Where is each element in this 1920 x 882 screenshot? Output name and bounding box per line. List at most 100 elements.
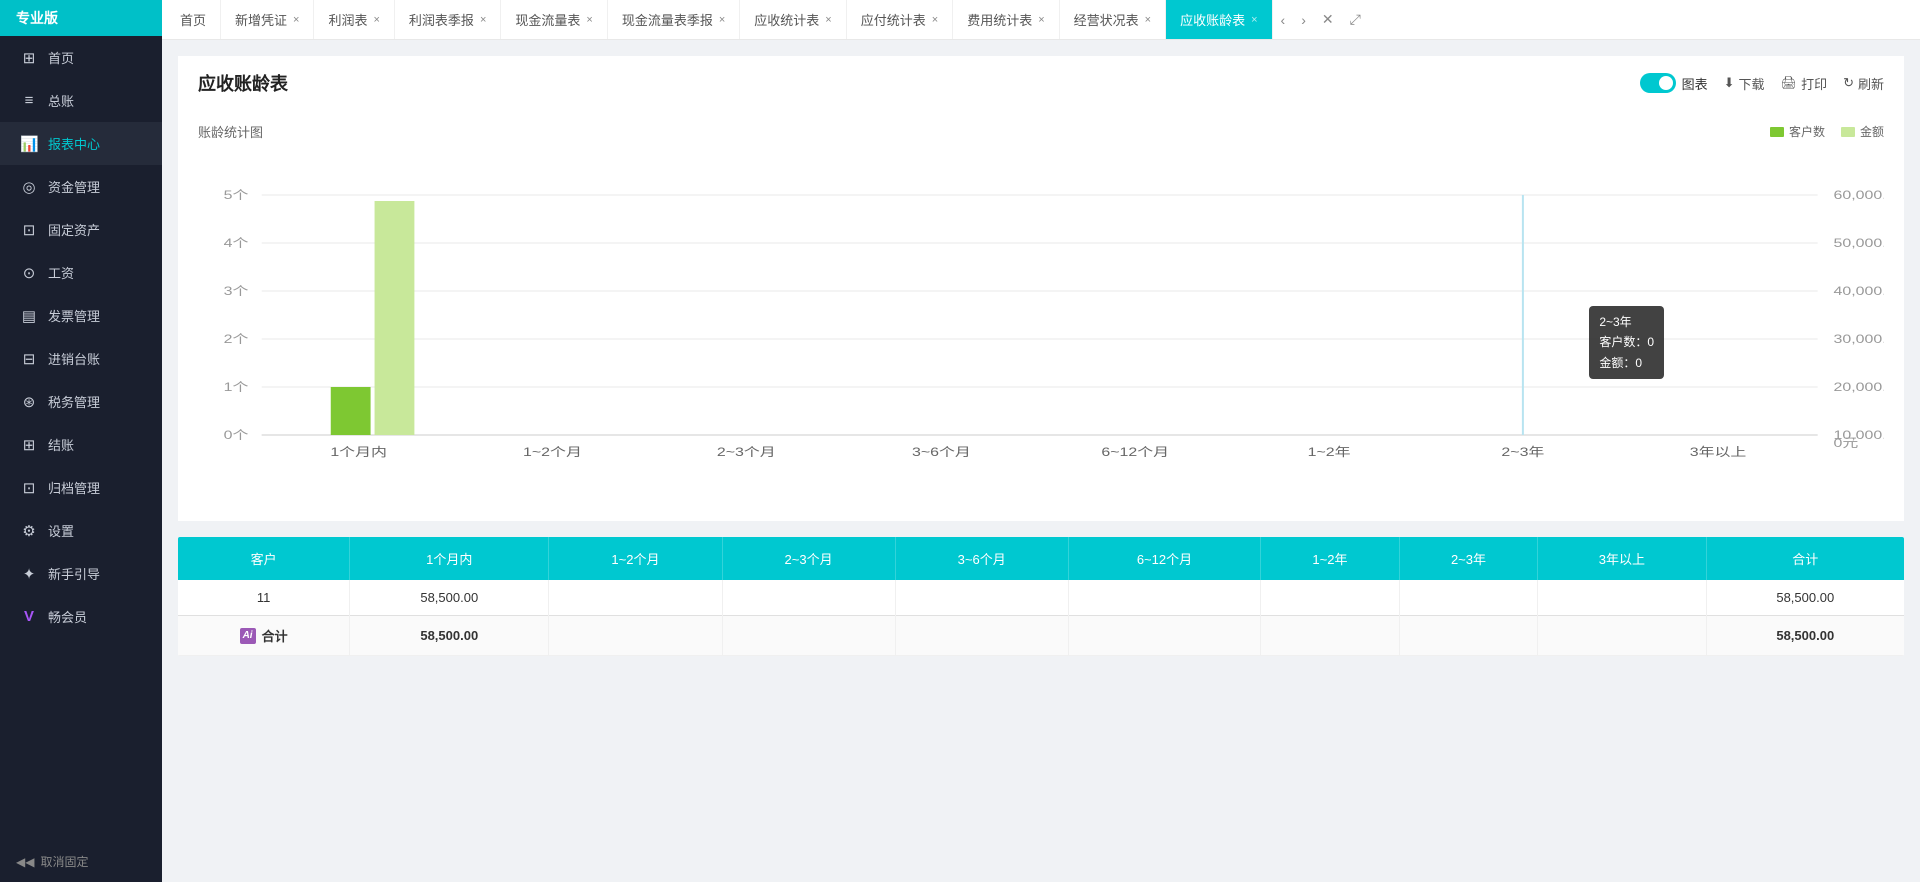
- sidebar-item-fixed-assets[interactable]: ⊡ 固定资产: [0, 208, 162, 251]
- sidebar-item-purchase-sales[interactable]: ⊟ 进销台账: [0, 337, 162, 380]
- sidebar-item-salary[interactable]: ⊙ 工资: [0, 251, 162, 294]
- sidebar-item-invoice[interactable]: ▤ 发票管理: [0, 294, 162, 337]
- sidebar-item-reports[interactable]: 📊 报表中心: [0, 122, 162, 165]
- table-header-row: 客户 1个月内 1~2个月 2~3个月 3~6个月 6~12个月 1~2年 2~…: [178, 537, 1904, 580]
- tab-label: 现金流量表: [515, 10, 580, 29]
- guide-icon: ✦: [20, 565, 38, 583]
- tab-close-icon[interactable]: ×: [480, 14, 486, 26]
- page-header: 应收账龄表 图表 ⬇ 下载 🖨 打印 ↻ 刷新: [178, 56, 1904, 106]
- sidebar-item-vip[interactable]: V 畅会员: [0, 595, 162, 638]
- svg-text:60,000.00元: 60,000.00元: [1834, 188, 1884, 202]
- tab-label: 首页: [180, 10, 206, 29]
- sidebar-item-closing[interactable]: ⊞ 结账: [0, 423, 162, 466]
- svg-text:2个: 2个: [224, 332, 249, 346]
- sidebar-item-ledger[interactable]: ≡ 总账: [0, 79, 162, 122]
- tab-label: 利润表: [328, 10, 367, 29]
- tab-close-icon[interactable]: ×: [1145, 14, 1151, 26]
- sidebar-item-label: 工资: [48, 263, 74, 282]
- tab-close-icon[interactable]: ×: [373, 14, 379, 26]
- tab-close-icon[interactable]: ×: [1038, 14, 1044, 26]
- sidebar-item-home[interactable]: ⊞ 首页: [0, 36, 162, 79]
- svg-text:3~6个月: 3~6个月: [912, 445, 971, 459]
- tab-cashflow-quarterly[interactable]: 现金流量表季报 ×: [608, 0, 740, 40]
- total-label-wrap: Ai 合计: [186, 626, 341, 645]
- refresh-btn[interactable]: ↻ 刷新: [1843, 74, 1884, 93]
- home-icon: ⊞: [20, 49, 38, 67]
- cell-y2-3: [1399, 580, 1538, 616]
- tab-close-icon[interactable]: ×: [825, 14, 831, 26]
- cell-m2-3: [722, 580, 895, 616]
- total-m3-6: [895, 616, 1068, 656]
- legend-amount: 金额: [1841, 123, 1884, 140]
- tab-profit[interactable]: 利润表 ×: [314, 0, 394, 40]
- legend-label-customers: 客户数: [1789, 123, 1825, 140]
- tab-label: 应付统计表: [861, 10, 926, 29]
- tab-home[interactable]: 首页: [166, 0, 221, 40]
- download-btn[interactable]: ⬇ 下载: [1724, 74, 1765, 93]
- total-m6-12: [1068, 616, 1260, 656]
- tax-icon: ⊛: [20, 393, 38, 411]
- toggle-label: 图表: [1682, 74, 1708, 93]
- tab-label: 现金流量表季报: [622, 10, 713, 29]
- total-cell-label: Ai 合计: [178, 616, 350, 656]
- tab-close-all-btn[interactable]: ✕: [1314, 0, 1342, 40]
- chart-container: 账龄统计图 客户数 金额 5个 4个: [178, 106, 1904, 521]
- download-label: 下载: [1739, 74, 1765, 93]
- tab-payable-stats[interactable]: 应付统计表 ×: [847, 0, 953, 40]
- chart-legend: 客户数 金额: [1770, 123, 1884, 140]
- col-y3plus: 3年以上: [1538, 537, 1706, 580]
- tab-expand-btn[interactable]: ⤢: [1342, 0, 1369, 40]
- svg-text:1个月内: 1个月内: [330, 445, 387, 459]
- sidebar-item-label: 发票管理: [48, 306, 100, 325]
- tab-label: 应收统计表: [754, 10, 819, 29]
- tab-close-icon[interactable]: ×: [293, 14, 299, 26]
- page-title: 应收账龄表: [198, 70, 288, 96]
- chart-toggle[interactable]: [1640, 73, 1676, 93]
- app-logo: 专业版: [0, 0, 162, 36]
- sidebar-item-settings[interactable]: ⚙ 设置: [0, 509, 162, 552]
- cell-y3plus: [1538, 580, 1706, 616]
- bar-customers-0[interactable]: [331, 387, 371, 435]
- header-actions: 图表 ⬇ 下载 🖨 打印 ↻ 刷新: [1640, 73, 1884, 93]
- sidebar-item-label: 报表中心: [48, 134, 100, 153]
- cell-m3-6: [895, 580, 1068, 616]
- print-btn[interactable]: 🖨 打印: [1781, 74, 1828, 93]
- chart-title: 账龄统计图: [198, 122, 263, 141]
- tab-bar: 首页 新增凭证 × 利润表 × 利润表季报 × 现金流量表 × 现金流量表季报 …: [162, 0, 1920, 40]
- chart-header: 账龄统计图 客户数 金额: [198, 122, 1884, 141]
- bar-amount-0[interactable]: [375, 201, 415, 435]
- legend-color-amount: [1841, 127, 1855, 137]
- tab-receivable-aging[interactable]: 应收账龄表 ×: [1166, 0, 1272, 40]
- tab-new-voucher[interactable]: 新增凭证 ×: [221, 0, 314, 40]
- svg-text:6~12个月: 6~12个月: [1101, 445, 1169, 459]
- total-m1-2: [549, 616, 722, 656]
- tab-cashflow[interactable]: 现金流量表 ×: [501, 0, 607, 40]
- tab-expense-stats[interactable]: 费用统计表 ×: [953, 0, 1059, 40]
- sidebar-collapse-btn[interactable]: ◀◀ 取消固定: [0, 841, 162, 882]
- svg-text:50,000.00元: 50,000.00元: [1834, 236, 1884, 250]
- tab-close-icon[interactable]: ×: [586, 14, 592, 26]
- tab-next-btn[interactable]: ›: [1293, 0, 1314, 40]
- data-table: 客户 1个月内 1~2个月 2~3个月 3~6个月 6~12个月 1~2年 2~…: [178, 537, 1904, 656]
- sidebar-item-guide[interactable]: ✦ 新手引导: [0, 552, 162, 595]
- collapse-icon: ◀◀: [16, 855, 34, 869]
- tab-close-icon[interactable]: ×: [1251, 14, 1257, 26]
- tab-profit-quarterly[interactable]: 利润表季报 ×: [395, 0, 501, 40]
- svg-text:20,000.00元: 20,000.00元: [1834, 380, 1884, 394]
- sidebar-item-label: 首页: [48, 48, 74, 67]
- sidebar-item-tax[interactable]: ⊛ 税务管理: [0, 380, 162, 423]
- col-customer: 客户: [178, 537, 350, 580]
- svg-text:1~2年: 1~2年: [1308, 445, 1351, 459]
- sidebar-item-funds[interactable]: ◎ 资金管理: [0, 165, 162, 208]
- tab-prev-btn[interactable]: ‹: [1273, 0, 1294, 40]
- tab-label: 利润表季报: [409, 10, 474, 29]
- fixed-assets-icon: ⊡: [20, 221, 38, 239]
- archive-icon: ⊡: [20, 479, 38, 497]
- vip-icon: V: [20, 608, 38, 625]
- cell-m1: 58,500.00: [350, 580, 549, 616]
- tab-close-icon[interactable]: ×: [719, 14, 725, 26]
- tab-business-status[interactable]: 经营状况表 ×: [1060, 0, 1166, 40]
- tab-close-icon[interactable]: ×: [932, 14, 938, 26]
- sidebar-item-archive[interactable]: ⊡ 归档管理: [0, 466, 162, 509]
- tab-receivable-stats[interactable]: 应收统计表 ×: [740, 0, 846, 40]
